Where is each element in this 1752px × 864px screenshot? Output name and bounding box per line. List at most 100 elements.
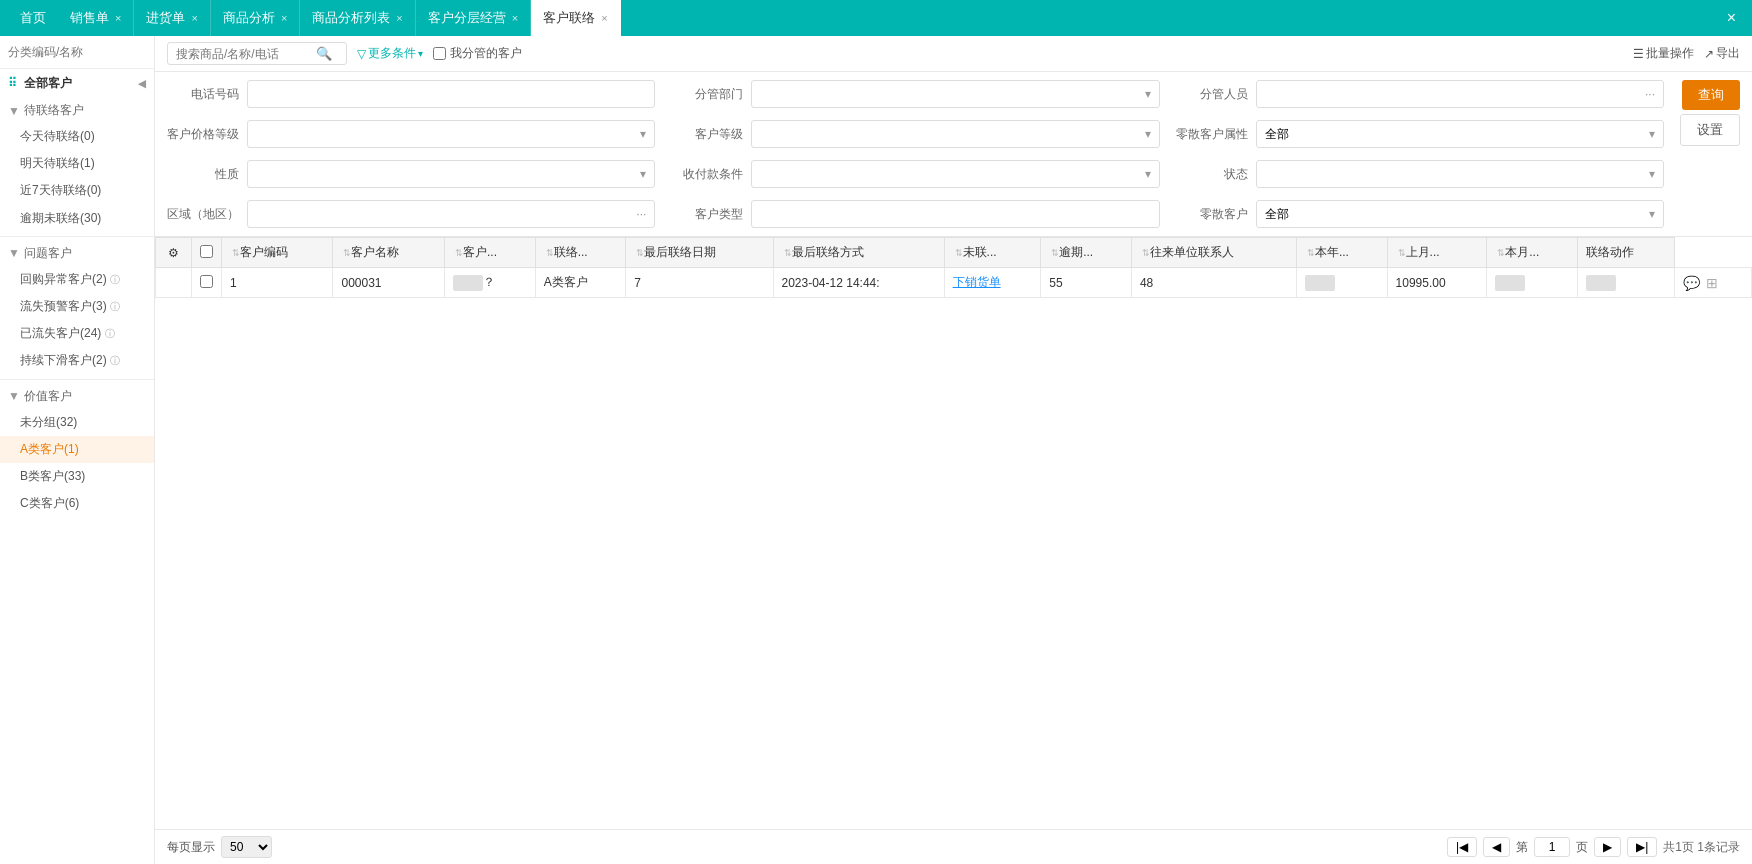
filter-price-level-select[interactable]: ▾ [247,120,655,148]
filter-dept: 分管部门 ▾ [671,80,1159,108]
filter-search-input[interactable] [176,47,316,61]
nav-tab[interactable]: 销售单× [58,0,134,36]
filter-person-select[interactable]: ··· [1256,80,1664,108]
last-method-link[interactable]: 下销货单 [953,275,1001,289]
sort-contact[interactable]: ⇅ [546,248,554,258]
sort-cust-type[interactable]: ⇅ [455,248,463,258]
my-customers-filter[interactable]: 我分管的客户 [433,45,522,62]
tab-close-icon[interactable]: × [115,12,121,24]
nav-home[interactable]: 首页 [8,9,58,27]
sidebar-item[interactable]: 逾期未联络(30) [0,205,154,232]
sort-last-method[interactable]: ⇅ [784,248,792,258]
filter-zero-attr-select[interactable]: 全部 ▾ [1256,120,1664,148]
sidebar-search-bar: 🔍 [0,36,154,69]
batch-op-button[interactable]: ☰ 批量操作 [1633,45,1694,62]
page-input[interactable] [1534,837,1570,857]
filter-region-select[interactable]: ··· [247,200,655,228]
table-row: 1 000031 ？ A类客户 7 2023-04-12 14:44: 下销货单… [156,268,1752,298]
row-num: 1 [222,268,333,298]
close-all-button[interactable]: × [1719,9,1744,27]
export-button[interactable]: ↗ 导出 [1704,45,1740,62]
filter-dept-select[interactable]: ▾ [751,80,1159,108]
filter-phone-input[interactable] [247,80,655,108]
my-customers-checkbox[interactable] [433,47,446,60]
per-page-select[interactable]: 50 100 200 [221,836,272,858]
sidebar-item[interactable]: 近7天待联络(0) [0,177,154,204]
sidebar-group-title[interactable]: ▼问题客户 [0,241,154,266]
th-last-month: ⇅上月... [1387,238,1487,268]
sidebar-group-title[interactable]: ▼待联络客户 [0,98,154,123]
next-page-button[interactable]: ▶ [1594,837,1621,857]
filter-payment-select[interactable]: ▾ [751,160,1159,188]
th-gear[interactable]: ⚙ [156,238,192,268]
last-page-button[interactable]: ▶| [1627,837,1657,857]
query-button[interactable]: 查询 [1682,80,1740,110]
sidebar-search-input[interactable] [8,45,155,59]
sort-last-month[interactable]: ⇅ [1398,248,1406,258]
sort-overdue[interactable]: ⇅ [1051,248,1059,258]
nav-tab[interactable]: 客户联络× [531,0,620,36]
tab-close-icon[interactable]: × [396,12,402,24]
prev-page-button[interactable]: ◀ [1483,837,1510,857]
sidebar-item[interactable]: 明天待联络(1) [0,150,154,177]
row-last-method[interactable]: 下销货单 [944,268,1041,298]
check-all[interactable] [200,245,213,258]
main-layout: 🔍 ⠿ 全部客户 ◀ ▼待联络客户今天待联络(0)明天待联络(1)近7天待联络(… [0,36,1752,864]
filter-status-select[interactable]: ▾ [1256,160,1664,188]
row-name: ？ [444,268,535,298]
row-check[interactable] [192,268,222,298]
sort-code[interactable]: ⇅ [232,248,240,258]
tab-close-icon[interactable]: × [281,12,287,24]
filter-search-icon[interactable]: 🔍 [316,46,332,61]
tab-close-icon[interactable]: × [191,12,197,24]
row-checkbox[interactable] [200,275,213,288]
sidebar-collapse-icon[interactable]: ◀ [138,78,146,89]
sidebar-item[interactable]: A类客户(1) [0,436,154,463]
filter-more-button[interactable]: ▽ 更多条件 ▾ [357,45,423,62]
first-page-button[interactable]: |◀ [1447,837,1477,857]
filter-cust-type-select[interactable] [751,200,1159,228]
sidebar-item[interactable]: 未分组(32) [0,409,154,436]
filter-nature-select[interactable]: ▾ [247,160,655,188]
nav-tab[interactable]: 商品分析× [211,0,300,36]
th-check[interactable] [192,238,222,268]
sidebar-all-customers[interactable]: ⠿ 全部客户 ◀ [0,69,154,98]
nav-tab[interactable]: 商品分析列表× [300,0,415,36]
sort-unit-contact[interactable]: ⇅ [1142,248,1150,258]
filter-row-1: 电话号码 分管部门 ▾ 分管人员 [167,80,1664,108]
sidebar-item[interactable]: 回购异常客户(2) ⓘ [0,266,154,293]
filter-region-label: 区域（地区） [167,206,247,223]
sort-this-year[interactable]: ⇅ [1307,248,1315,258]
row-contact-count: 7 [626,268,773,298]
sidebar-item[interactable]: 今天待联络(0) [0,123,154,150]
sidebar-group-title[interactable]: ▼价值客户 [0,384,154,409]
sidebar-item[interactable]: 已流失客户(24) ⓘ [0,320,154,347]
sort-last-date[interactable]: ⇅ [636,248,644,258]
last-month-block [1495,275,1525,291]
nav-tabs: 销售单×进货单×商品分析×商品分析列表×客户分层经营×客户联络× [58,0,621,36]
row-last-date: 2023-04-12 14:44: [773,268,944,298]
filter-region-dots: ··· [636,207,646,221]
sidebar-item[interactable]: 流失预警客户(3) ⓘ [0,293,154,320]
info-icon: ⓘ [110,274,120,285]
qr-icon[interactable]: ⊞ [1706,275,1718,291]
tab-close-icon[interactable]: × [512,12,518,24]
sidebar-item[interactable]: B类客户(33) [0,463,154,490]
filter-zero-cust-select[interactable]: 全部 ▾ [1256,200,1664,228]
filter-cust-level-select[interactable]: ▾ [751,120,1159,148]
sort-not-contacted[interactable]: ⇅ [955,248,963,258]
nav-tab[interactable]: 进货单× [134,0,210,36]
sidebar-item[interactable]: 持续下滑客户(2) ⓘ [0,347,154,374]
message-icon[interactable]: 💬 [1683,275,1700,291]
sidebar-item[interactable]: C类客户(6) [0,490,154,517]
table-area: ⚙ ⇅客户编码 ⇅客户名称 ⇅客户... ⇅联络... ⇅最后联络日期 ⇅最后联… [155,237,1752,829]
th-this-year: ⇅本年... [1296,238,1387,268]
sort-name[interactable]: ⇅ [343,248,351,258]
sort-this-month[interactable]: ⇅ [1497,248,1505,258]
tab-close-icon[interactable]: × [601,12,607,24]
filter-zero-attr-label: 零散客户属性 [1176,126,1256,143]
nav-tab[interactable]: 客户分层经营× [416,0,531,36]
filter-dept-label: 分管部门 [671,86,751,103]
setting-button[interactable]: 设置 [1680,114,1740,146]
filter-status: 状态 ▾ [1176,160,1664,188]
